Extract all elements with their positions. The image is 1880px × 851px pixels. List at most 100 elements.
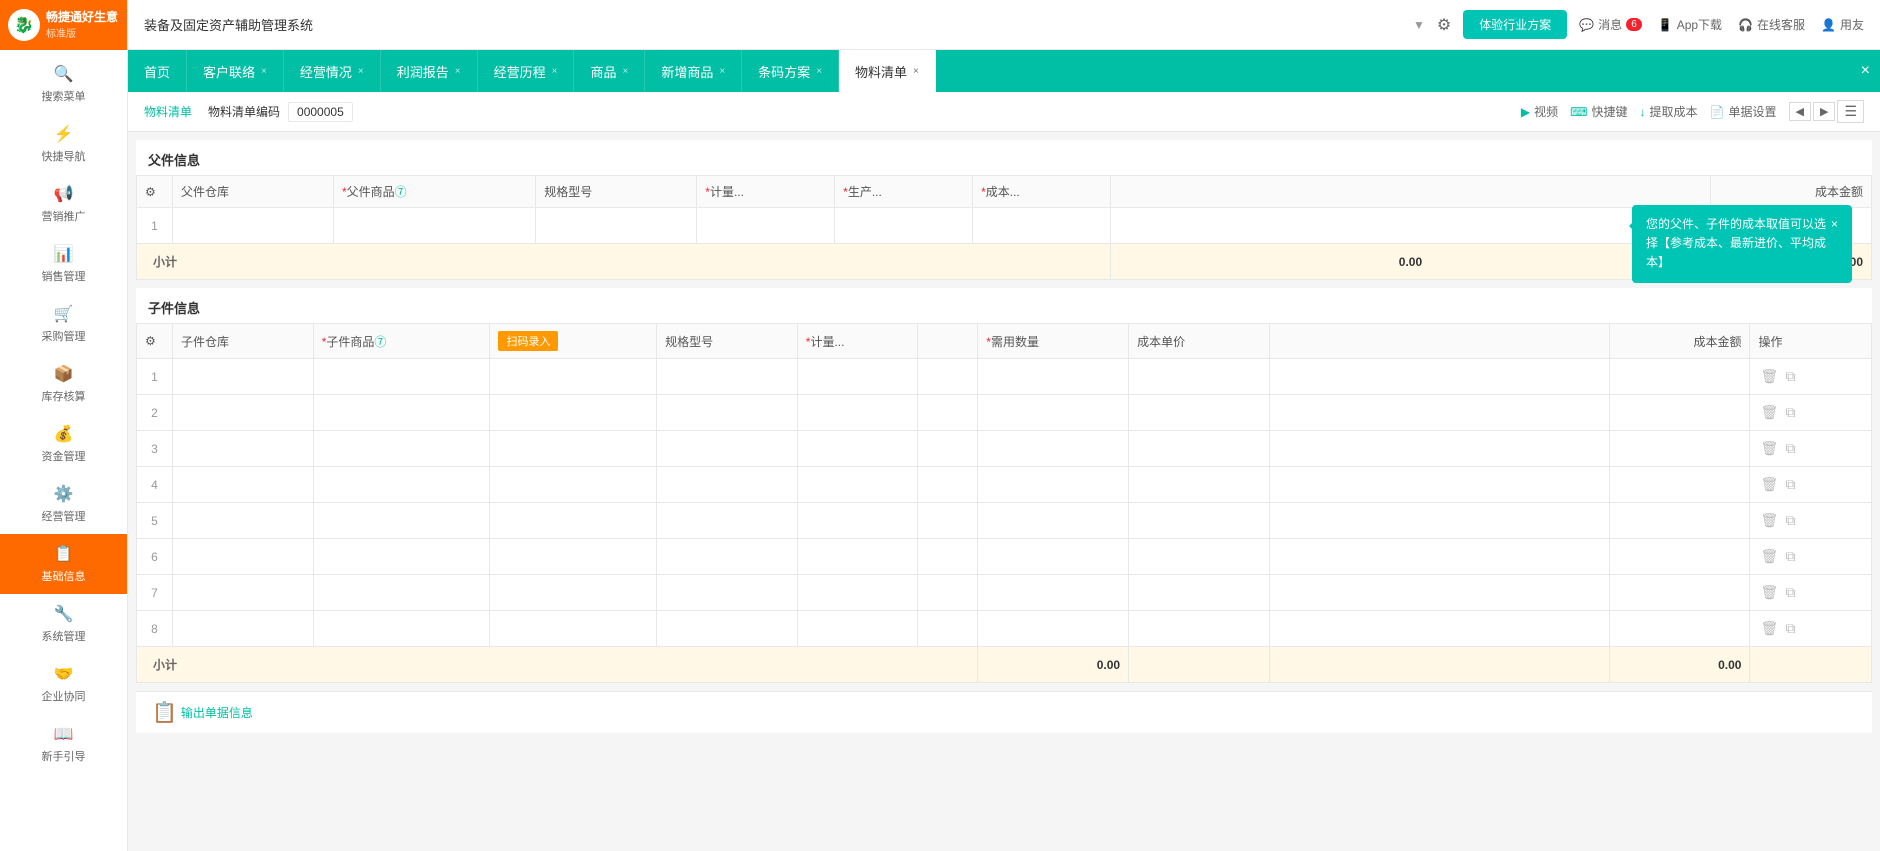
copy-row-4-btn[interactable]: ⧉ [1786,476,1796,492]
tab-home[interactable]: 首页 [128,50,187,92]
delete-row-5-btn[interactable]: 🗑 [1760,512,1778,528]
toolbar-right: ▶ 视频 ⌨ 快捷键 ↓ 提取成本 📄 单据设置 ◀ ▶ [1521,100,1864,123]
tab-ops-history[interactable]: 经营历程 × [478,50,575,92]
play-icon: ▶ [1521,105,1530,119]
copy-row-2-btn[interactable]: ⧉ [1786,404,1796,420]
delete-row-3-btn[interactable]: 🗑 [1760,440,1778,456]
sidebar-item-collab[interactable]: 🤝 企业协同 [0,654,127,714]
tab-new-goods[interactable]: 新增商品 × [645,50,742,92]
sidebar-item-finance[interactable]: 💰 资金管理 [0,414,127,474]
ops-icon: ⚙️ [54,484,74,504]
child-warehouse-1[interactable] [173,359,314,395]
message-action[interactable]: 💬 消息 6 [1579,16,1642,33]
sidebar: 🐉 畅捷通好生意 标准版 🔍 搜索菜单 ⚡ 快捷导航 📢 营销推广 📊 销售管理… [0,0,128,851]
delete-row-1-btn[interactable]: 🗑 [1760,368,1778,384]
breadcrumb-parent[interactable]: 物料清单 [144,103,192,120]
parent-unit-cell[interactable] [697,208,835,244]
parent-product-cell[interactable] [333,208,535,244]
parent-production-cell[interactable] [835,208,973,244]
child-spec-1[interactable] [657,359,798,395]
tab-barcode-close[interactable]: × [816,66,822,77]
tab-barcode[interactable]: 条码方案 × [742,50,839,92]
tab-profit[interactable]: 利润报告 × [381,50,478,92]
view-btn[interactable]: ▶ 视频 [1521,103,1558,120]
child-qty-2[interactable] [978,395,1129,431]
tooltip-close-btn[interactable]: × [1831,215,1838,234]
parent-spec-cell[interactable] [536,208,697,244]
sidebar-item-basic[interactable]: 📋 基础信息 [0,534,127,594]
child-settings-col[interactable]: ⚙ [137,324,173,359]
close-all-tabs[interactable]: × [1851,62,1880,80]
tab-material-list[interactable]: 物料清单 × [839,50,936,92]
sidebar-item-system[interactable]: 🔧 系统管理 [0,594,127,654]
prev-page-btn[interactable]: ◀ [1789,102,1811,121]
child-amount-2 [1609,395,1750,431]
extract-cost-btn[interactable]: ↓ 提取成本 [1640,103,1698,120]
tab-customer[interactable]: 客户联络 × [187,50,284,92]
child-warehouse-2[interactable] [173,395,314,431]
single-settings-btn[interactable]: 📄 单据设置 [1710,103,1777,120]
system-title: 装备及固定资产辅助管理系统 [144,15,1401,34]
child-action-col: 操作 [1750,324,1872,359]
list-view-btn[interactable]: ☰ [1837,100,1864,123]
delete-row-8-btn[interactable]: 🗑 [1760,620,1778,636]
dropdown-arrow[interactable]: ▼ [1413,18,1425,32]
child-unit-2[interactable] [797,395,918,431]
child-price-1[interactable] [1129,359,1270,395]
sidebar-item-ops[interactable]: ⚙️ 经营管理 [0,474,127,534]
delete-row-2-btn[interactable]: 🗑 [1760,404,1778,420]
tab-ops-history-close[interactable]: × [552,66,558,77]
tab-customer-close[interactable]: × [261,66,267,77]
headset-icon: 🎧 [1738,18,1753,32]
tab-ops-status-close[interactable]: × [358,66,364,77]
parent-warehouse-cell[interactable] [173,208,334,244]
sidebar-item-marketing[interactable]: 📢 营销推广 [0,174,127,234]
tab-new-goods-close[interactable]: × [719,66,725,77]
tab-goods-close[interactable]: × [622,66,628,77]
user-action[interactable]: 👤 用友 [1821,16,1864,33]
sidebar-item-inventory[interactable]: 📦 库存核算 [0,354,127,414]
trial-button[interactable]: 体验行业方案 [1463,10,1567,39]
scan-input-btn[interactable]: 扫码录入 [498,331,558,351]
child-amount-col: 成本金额 [1609,324,1750,359]
shortcut-btn[interactable]: ⌨ 快捷键 [1570,103,1627,120]
parent-amount-col: 成本金额 [1710,176,1871,208]
tab-material-close[interactable]: × [913,66,919,77]
sidebar-item-quick-nav[interactable]: ⚡ 快捷导航 [0,114,127,174]
child-product-1[interactable] [313,359,490,395]
child-unit-1[interactable] [797,359,918,395]
child-qty-1[interactable] [978,359,1129,395]
sidebar-item-sales[interactable]: 📊 销售管理 [0,234,127,294]
child-price-2[interactable] [1129,395,1270,431]
parent-table-wrapper: ⚙ 父件仓库 *父件商品⑦ 规格型号 *计量... *生产... *成本... … [136,175,1872,280]
nav-tabs: 首页 客户联络 × 经营情况 × 利润报告 × 经营历程 × 商品 × 新增商品… [128,50,1880,92]
next-page-btn[interactable]: ▶ [1813,102,1835,121]
parent-settings-col[interactable]: ⚙ [137,176,173,208]
copy-row-7-btn[interactable]: ⧉ [1786,584,1796,600]
parent-cost-cell[interactable] [973,208,1111,244]
delete-row-4-btn[interactable]: 🗑 [1760,476,1778,492]
tab-goods[interactable]: 商品 × [574,50,645,92]
copy-row-8-btn[interactable]: ⧉ [1786,620,1796,636]
sidebar-item-search[interactable]: 🔍 搜索菜单 [0,54,127,114]
copy-row-5-btn[interactable]: ⧉ [1786,512,1796,528]
child-product-2[interactable] [313,395,490,431]
settings-icon[interactable]: ⚙ [1437,15,1451,35]
sidebar-item-guide[interactable]: 📖 新手引导 [0,714,127,774]
copy-row-3-btn[interactable]: ⧉ [1786,440,1796,456]
delete-row-6-btn[interactable]: 🗑 [1760,548,1778,564]
inventory-icon: 📦 [54,364,74,384]
online-service-action[interactable]: 🎧 在线客服 [1738,16,1805,33]
delete-row-7-btn[interactable]: 🗑 [1760,584,1778,600]
child-spec-2[interactable] [657,395,798,431]
tab-profit-close[interactable]: × [455,66,461,77]
child-row-7: 7 🗑 ⧉ [137,575,1872,611]
copy-row-1-btn[interactable]: ⧉ [1786,368,1796,384]
app-download-action[interactable]: 📱 App下载 [1658,16,1722,33]
sidebar-item-purchase[interactable]: 🛒 采购管理 [0,294,127,354]
tab-ops-status[interactable]: 经营情况 × [284,50,381,92]
child-subtotal-row: 小计 0.00 0.00 [137,647,1872,683]
add-row-btn[interactable]: 📋 输出单据信息 [152,700,253,725]
copy-row-6-btn[interactable]: ⧉ [1786,548,1796,564]
child-row-4: 4 🗑 ⧉ [137,467,1872,503]
